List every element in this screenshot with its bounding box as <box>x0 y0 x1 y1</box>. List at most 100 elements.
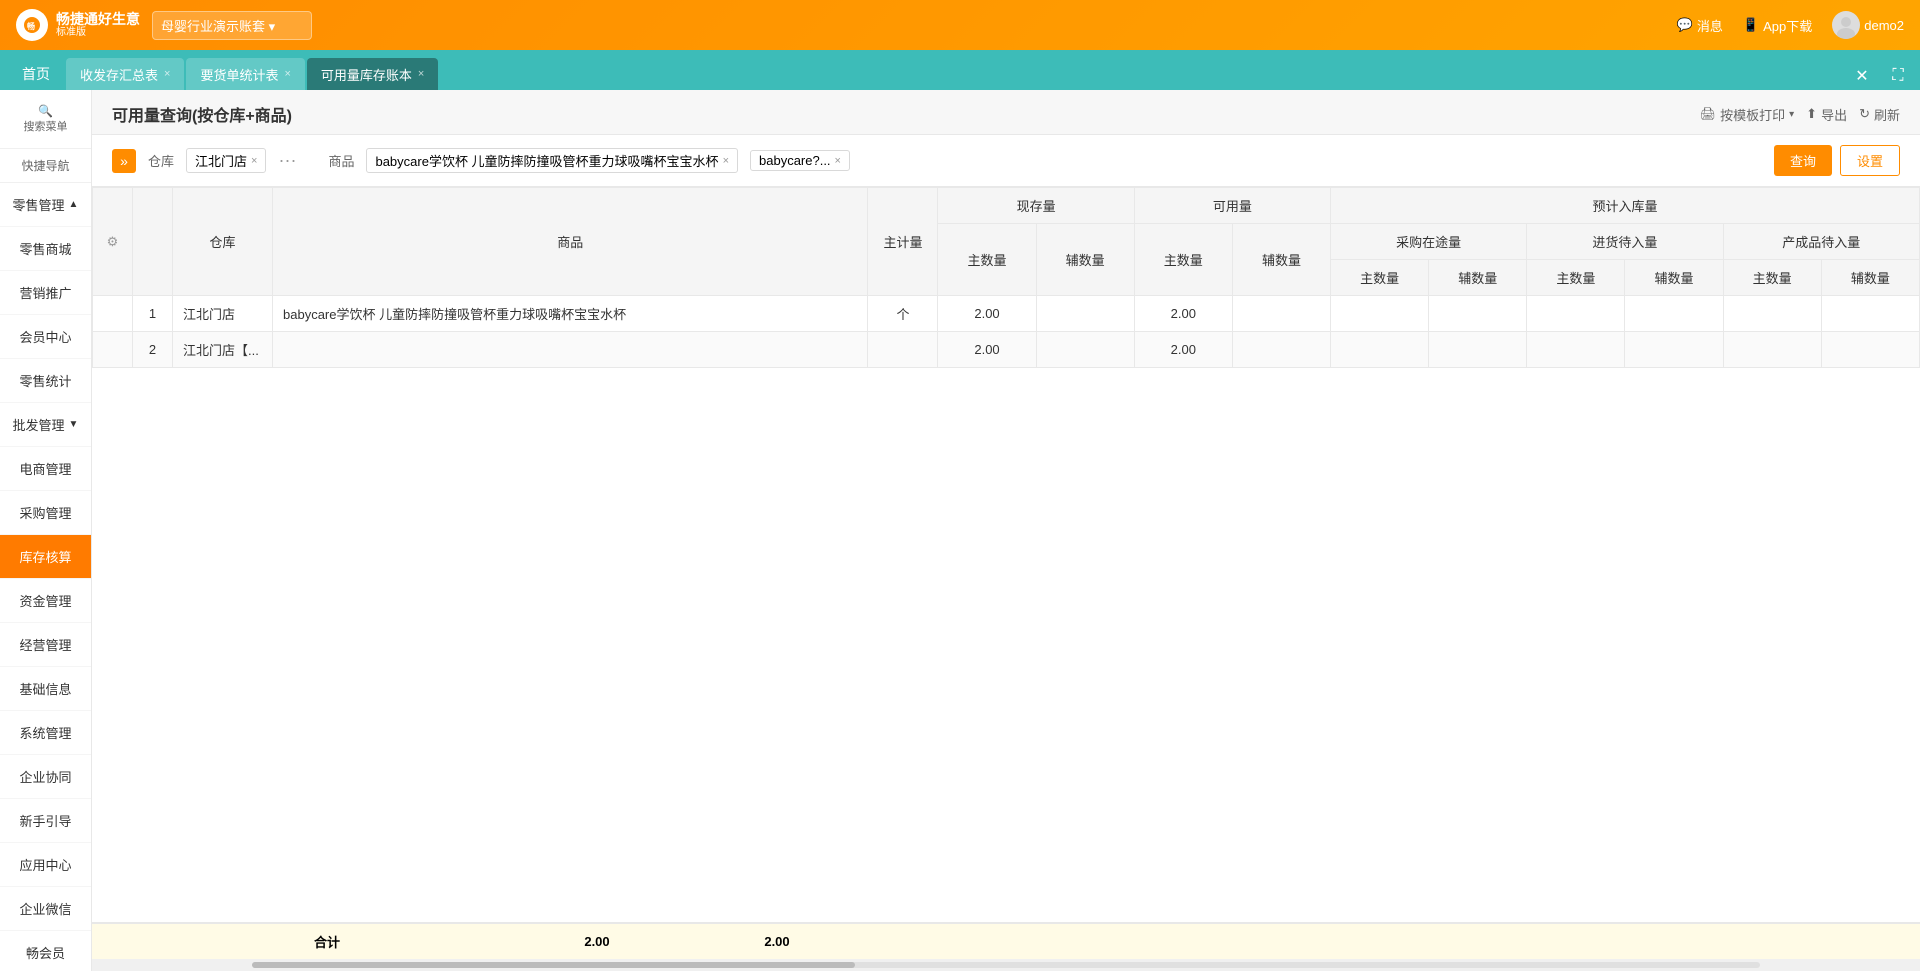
page-actions: 🖨 按模板打印 ▾ ⬆ 导出 ↻ 刷新 <box>1700 105 1900 124</box>
print-template-button[interactable]: 🖨 按模板打印 ▾ <box>1700 105 1795 124</box>
row-purchase-aux-1 <box>1429 332 1527 368</box>
product-label: 商品 <box>328 151 354 170</box>
sidebar-item-system-mgmt[interactable]: 系统管理 <box>0 711 91 755</box>
sidebar-item-retail-mgmt[interactable]: 零售管理 ▲ <box>0 183 91 227</box>
sidebar-item-app-center[interactable]: 应用中心 <box>0 843 91 887</box>
row-avail-main-1: 2.00 <box>1134 332 1232 368</box>
tab-available-stock[interactable]: 可用量库存账本 × <box>307 58 438 90</box>
sidebar-item-member-center[interactable]: 会员中心 <box>0 315 91 359</box>
filter-action-buttons: 查询 设置 <box>1774 145 1900 176</box>
chevron-icon-wholesale: ▼ <box>69 419 79 430</box>
main-layout: 🔍 搜索菜单 快捷导航 零售管理 ▲ 零售商城 营销推广 会员中心 零售统计 批… <box>0 90 1920 971</box>
top-bar: 畅 畅捷通好生意 标准版 母婴行业演示账套 ▾ 💬 消息 📱 App下载 dem… <box>0 0 1920 50</box>
col-warehouse-header: 仓库 <box>173 188 273 296</box>
export-button[interactable]: ⬆ 导出 <box>1806 105 1847 124</box>
settings-button[interactable]: 设置 <box>1840 145 1900 176</box>
row-prod-main-0 <box>1723 296 1821 332</box>
top-bar-right: 💬 消息 📱 App下载 demo2 <box>1677 11 1904 39</box>
sidebar-item-new-guide[interactable]: 新手引导 <box>0 799 91 843</box>
col-product-header: 商品 <box>273 188 868 296</box>
footer-avail-total: 2.00 <box>732 934 822 949</box>
sidebar-item-enterprise-wechat[interactable]: 企业微信 <box>0 887 91 931</box>
message-icon: 💬 <box>1677 17 1693 33</box>
row-unit-0: 个 <box>868 296 938 332</box>
scrollbar-thumb[interactable] <box>252 962 855 968</box>
app-download-button[interactable]: 📱 App下载 <box>1743 16 1812 35</box>
filter-expand-button[interactable]: » <box>112 149 136 173</box>
row-inbound-main-1 <box>1527 332 1625 368</box>
tab-order-stats[interactable]: 要货单统计表 × <box>186 58 304 90</box>
row-stock-aux-1 <box>1036 332 1134 368</box>
table-row: 1 江北门店 babycare学饮杯 儿童防摔防撞吸管杯重力球吸嘴杯宝宝水杯 个… <box>93 296 1920 332</box>
page-title: 可用量查询(按仓库+商品) <box>112 102 292 126</box>
top-bar-left: 畅 畅捷通好生意 标准版 母婴行业演示账套 ▾ <box>16 9 312 41</box>
sidebar-item-enterprise-collab[interactable]: 企业协同 <box>0 755 91 799</box>
row-purchase-main-0 <box>1331 296 1429 332</box>
footer-label: 合计 <box>102 932 552 951</box>
tab-close-receipt[interactable]: × <box>164 68 170 80</box>
print-icon: 🖨 <box>1700 106 1717 122</box>
page-header: 可用量查询(按仓库+商品) 🖨 按模板打印 ▾ ⬆ 导出 ↻ 刷新 <box>92 90 1920 135</box>
row-stock-aux-0 <box>1036 296 1134 332</box>
product-filter-tag-1[interactable]: babycare学饮杯 儿童防摔防撞吸管杯重力球吸嘴杯宝宝水杯 × <box>366 148 738 173</box>
sidebar-item-operations-mgmt[interactable]: 经营管理 <box>0 623 91 667</box>
tab-receipt-summary[interactable]: 收发存汇总表 × <box>66 58 184 90</box>
product-tag2-close[interactable]: × <box>835 155 841 167</box>
refresh-button[interactable]: ↻ 刷新 <box>1859 105 1900 124</box>
query-button[interactable]: 查询 <box>1774 145 1832 176</box>
col-no-header <box>133 188 173 296</box>
tab-close-stock[interactable]: × <box>418 68 424 80</box>
product-tag1-close[interactable]: × <box>723 155 729 167</box>
horizontal-scrollbar[interactable] <box>92 959 1920 971</box>
warehouse-more-button[interactable]: ··· <box>278 150 296 171</box>
tab-home[interactable]: 首页 <box>8 58 64 90</box>
tab-close-order[interactable]: × <box>284 68 290 80</box>
search-menu-button[interactable]: 🔍 搜索菜单 <box>8 98 83 140</box>
col-settings-header[interactable]: ⚙ <box>93 188 133 296</box>
quick-nav-button[interactable]: 快捷导航 <box>0 149 91 183</box>
sidebar-item-wholesale-mgmt[interactable]: 批发管理 ▼ <box>0 403 91 447</box>
expand-window-button[interactable]: ⛶ <box>1884 62 1912 90</box>
close-window-button[interactable]: ✕ <box>1848 62 1876 90</box>
refresh-icon: ↻ <box>1859 106 1870 122</box>
filter-bar: » 仓库 江北门店 × ··· 商品 babycare学饮杯 儿童防摔防撞吸管杯… <box>92 135 1920 187</box>
row-avail-main-0: 2.00 <box>1134 296 1232 332</box>
settings-gear-icon[interactable]: ⚙ <box>107 234 119 249</box>
sidebar-item-retail-stats[interactable]: 零售统计 <box>0 359 91 403</box>
col-stock-main-header: 主数量 <box>938 224 1036 296</box>
warehouse-label: 仓库 <box>148 151 174 170</box>
table-footer: 合计 2.00 2.00 <box>92 922 1920 959</box>
content-area: 可用量查询(按仓库+商品) 🖨 按模板打印 ▾ ⬆ 导出 ↻ 刷新 » <box>92 90 1920 971</box>
sidebar-item-retail-shop[interactable]: 零售商城 <box>0 227 91 271</box>
warehouse-tag-close[interactable]: × <box>251 155 257 167</box>
col-avail-aux-header: 辅数量 <box>1232 224 1330 296</box>
warehouse-filter-tag[interactable]: 江北门店 × <box>186 148 266 173</box>
row-settings-1 <box>93 332 133 368</box>
col-current-stock-header: 现存量 <box>938 188 1134 224</box>
col-inbound-aux-header: 辅数量 <box>1625 260 1723 296</box>
sidebar-item-finance-mgmt[interactable]: 资金管理 <box>0 579 91 623</box>
sidebar-item-ecommerce-mgmt[interactable]: 电商管理 <box>0 447 91 491</box>
data-table: ⚙ 仓库 商品 主计量 现存量 可用量 预计入库量 主数量 辅数量 主数量 <box>92 187 1920 368</box>
user-account[interactable]: demo2 <box>1832 11 1904 39</box>
col-prod-main-header: 主数量 <box>1723 260 1821 296</box>
row-warehouse-1: 江北门店【... <box>173 332 273 368</box>
sidebar-item-vip-member[interactable]: 畅会员 <box>0 931 91 971</box>
svg-text:畅: 畅 <box>27 21 35 31</box>
sidebar-item-basic-info[interactable]: 基础信息 <box>0 667 91 711</box>
sidebar-item-inventory-check[interactable]: 库存核算 <box>0 535 91 579</box>
industry-selector[interactable]: 母婴行业演示账套 ▾ <box>152 11 312 40</box>
download-icon: 📱 <box>1743 17 1759 33</box>
row-prod-main-1 <box>1723 332 1821 368</box>
sidebar-item-purchase-mgmt[interactable]: 采购管理 <box>0 491 91 535</box>
col-unit-header: 主计量 <box>868 188 938 296</box>
message-button[interactable]: 💬 消息 <box>1677 16 1723 35</box>
sidebar-item-marketing[interactable]: 营销推广 <box>0 271 91 315</box>
scrollbar-track <box>252 962 1760 968</box>
chevron-icon: ▲ <box>69 199 79 210</box>
sidebar: 🔍 搜索菜单 快捷导航 零售管理 ▲ 零售商城 营销推广 会员中心 零售统计 批… <box>0 90 92 971</box>
row-stock-main-0: 2.00 <box>938 296 1036 332</box>
product-filter-tag-2[interactable]: babycare?... × <box>750 150 850 171</box>
col-purchase-transit-header: 采购在途量 <box>1331 224 1527 260</box>
row-product-1 <box>273 332 868 368</box>
